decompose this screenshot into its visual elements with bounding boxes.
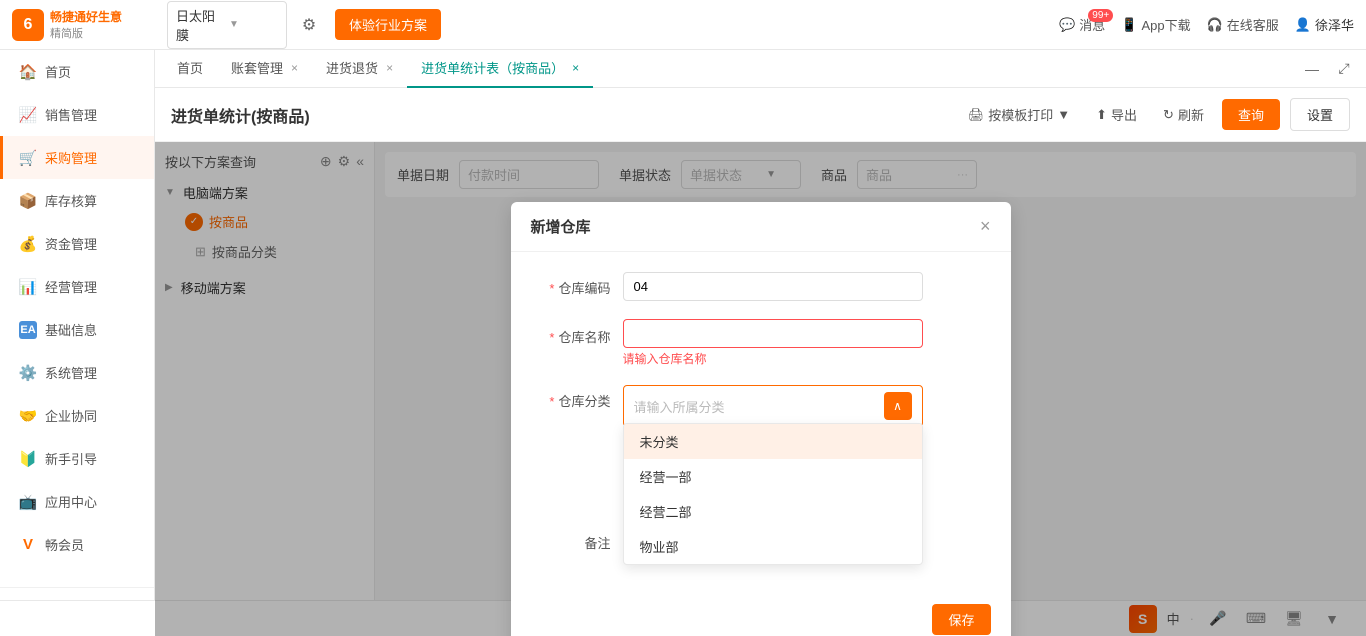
tab-home[interactable]: 首页 <box>163 50 217 88</box>
inventory-icon: 📦 <box>19 192 37 210</box>
notes-label: 备注 <box>531 527 611 552</box>
tab-bar: 首页 账套管理 × 进货退货 × 进货单统计表（按商品） × — ⤢ <box>155 50 1366 88</box>
sidebar-item-membership[interactable]: V 畅会员 <box>0 523 154 566</box>
tab-close-icon[interactable]: × <box>386 61 393 75</box>
app-center-icon: 📺 <box>19 493 37 511</box>
tab-expand-button[interactable]: ⤢ <box>1330 55 1358 83</box>
user-menu[interactable]: 👤 徐泽华 <box>1295 15 1354 34</box>
warehouse-category-label: 仓库分类 <box>531 385 611 410</box>
refresh-button[interactable]: ↻ 刷新 <box>1155 101 1212 128</box>
warehouse-code-input[interactable] <box>623 272 923 301</box>
dropdown-item-uncategorized[interactable]: 未分类 <box>624 424 922 459</box>
guide-icon: 🔰 <box>19 450 37 468</box>
new-warehouse-modal: 新增仓库 × 仓库编码 仓库名称 <box>511 202 1011 636</box>
header-right: 💬 消息 99+ 📱 App下载 🎧 在线客服 👤 徐泽华 <box>1059 15 1354 34</box>
layout: 🏠 首页 📈 销售管理 🛒 采购管理 📦 库存核算 💰 资金管理 📊 经营管理 … <box>0 50 1366 636</box>
warehouse-category-select[interactable]: 请输入所属分类 ∧ <box>623 385 923 427</box>
settings-icon[interactable]: ⚙ <box>293 9 325 41</box>
dropdown-item-dept1[interactable]: 经营一部 <box>624 459 922 494</box>
sidebar-item-guide[interactable]: 🔰 新手引导 <box>0 437 154 480</box>
modal-header: 新增仓库 × <box>511 202 1011 252</box>
bell-icon: 💬 <box>1059 17 1075 33</box>
category-dropdown-toggle[interactable]: ∧ <box>884 392 912 420</box>
sidebar-item-purchase[interactable]: 🛒 采购管理 <box>0 136 154 179</box>
purchase-icon: 🛒 <box>19 149 37 167</box>
logo-area: 6 畅捷通好生意 精简版 <box>12 8 167 41</box>
modal-overlay: 新增仓库 × 仓库编码 仓库名称 <box>155 142 1366 636</box>
warehouse-code-row: 仓库编码 <box>531 272 991 301</box>
sidebar-item-system[interactable]: ⚙️ 系统管理 <box>0 351 154 394</box>
membership-icon: V <box>19 536 37 554</box>
notifications-button[interactable]: 💬 消息 99+ <box>1059 15 1105 34</box>
tab-account-management[interactable]: 账套管理 × <box>217 50 312 88</box>
sidebar-item-operation[interactable]: 📊 经营管理 <box>0 265 154 308</box>
sales-icon: 📈 <box>19 106 37 124</box>
export-button[interactable]: ⬆ 导出 <box>1088 101 1145 128</box>
print-button[interactable]: 🖨 按模板打印 ▼ <box>960 101 1078 128</box>
tab-close-icon[interactable]: × <box>291 61 298 75</box>
export-icon: ⬆ <box>1096 107 1107 123</box>
modal-footer: 保存 <box>511 594 1011 636</box>
tab-purchase-stats[interactable]: 进货单统计表（按商品） × <box>407 50 593 88</box>
dropdown-item-dept2[interactable]: 经营二部 <box>624 494 922 529</box>
top-header: 6 畅捷通好生意 精简版 日太阳膜 ▼ ⚙ 体验行业方案 💬 消息 99+ 📱 … <box>0 0 1366 50</box>
logo-text: 畅捷通好生意 精简版 <box>50 8 122 41</box>
tab-actions: — ⤢ <box>1298 55 1358 83</box>
user-icon: 👤 <box>1295 17 1311 33</box>
operation-icon: 📊 <box>19 278 37 296</box>
mobile-icon: 📱 <box>1121 17 1137 33</box>
tab-minimize-button[interactable]: — <box>1298 55 1326 83</box>
basic-info-icon: EA <box>19 321 37 339</box>
content-area: 按以下方案查询 ⊕ ⚙ « ▼ 电脑端方案 ✓ 按商品 <box>155 142 1366 636</box>
sidebar: 🏠 首页 📈 销售管理 🛒 采购管理 📦 库存核算 💰 资金管理 📊 经营管理 … <box>0 50 155 636</box>
sidebar-item-inventory[interactable]: 📦 库存核算 <box>0 179 154 222</box>
tab-close-active-icon[interactable]: × <box>572 61 579 75</box>
enterprise-icon: 🤝 <box>19 407 37 425</box>
sidebar-item-sales[interactable]: 📈 销售管理 <box>0 93 154 136</box>
headset-icon: 🎧 <box>1207 17 1223 33</box>
system-icon: ⚙️ <box>19 364 37 382</box>
sidebar-item-app-center[interactable]: 📺 应用中心 <box>0 480 154 523</box>
modal-title: 新增仓库 <box>531 216 591 237</box>
warehouse-name-label: 仓库名称 <box>531 321 611 346</box>
main-content: 首页 账套管理 × 进货退货 × 进货单统计表（按商品） × — ⤢ 进货单统计… <box>155 50 1366 636</box>
modal-close-button[interactable]: × <box>980 216 991 237</box>
page-actions: 🖨 按模板打印 ▼ ⬆ 导出 ↻ 刷新 查询 设置 <box>960 98 1350 131</box>
home-icon: 🏠 <box>19 63 37 81</box>
modal-body: 仓库编码 仓库名称 请输入仓库名称 <box>511 252 1011 594</box>
app-download-button[interactable]: 📱 App下载 <box>1121 15 1190 34</box>
notification-badge: 99+ <box>1088 9 1113 22</box>
search-select[interactable]: 日太阳膜 ▼ <box>167 1 287 49</box>
page-header: 进货单统计(按商品) 🖨 按模板打印 ▼ ⬆ 导出 ↻ 刷新 查询 设置 <box>155 88 1366 142</box>
online-service-button[interactable]: 🎧 在线客服 <box>1207 15 1279 34</box>
print-icon: 🖨 <box>968 107 985 123</box>
query-button[interactable]: 查询 <box>1222 99 1280 130</box>
sidebar-item-enterprise[interactable]: 🤝 企业协同 <box>0 394 154 437</box>
page-title: 进货单统计(按商品) <box>171 103 310 127</box>
category-dropdown-list: 未分类 经营一部 经营二部 物业部 <box>623 423 923 565</box>
sidebar-item-home[interactable]: 🏠 首页 <box>0 50 154 93</box>
sidebar-item-basic-info[interactable]: EA 基础信息 <box>0 308 154 351</box>
warehouse-name-row: 仓库名称 请输入仓库名称 <box>531 319 991 367</box>
trial-button[interactable]: 体验行业方案 <box>335 9 441 40</box>
dropdown-item-dept3[interactable]: 物业部 <box>624 529 922 564</box>
print-dropdown-icon: ▼ <box>1057 107 1070 122</box>
finance-icon: 💰 <box>19 235 37 253</box>
warehouse-name-input[interactable] <box>623 319 923 348</box>
refresh-icon: ↻ <box>1163 107 1174 123</box>
save-button[interactable]: 保存 <box>932 604 990 635</box>
sidebar-item-finance[interactable]: 💰 资金管理 <box>0 222 154 265</box>
tab-purchase-return[interactable]: 进货退货 × <box>312 50 407 88</box>
warehouse-category-row: 仓库分类 请输入所属分类 ∧ 未分类 经营一部 经营二部 物业部 <box>531 385 991 427</box>
settings-button[interactable]: 设置 <box>1290 98 1350 131</box>
logo-icon: 6 <box>12 9 44 41</box>
chevron-down-icon: ▼ <box>229 19 278 30</box>
warehouse-code-label: 仓库编码 <box>531 272 611 297</box>
warehouse-name-error: 请输入仓库名称 <box>623 350 707 367</box>
